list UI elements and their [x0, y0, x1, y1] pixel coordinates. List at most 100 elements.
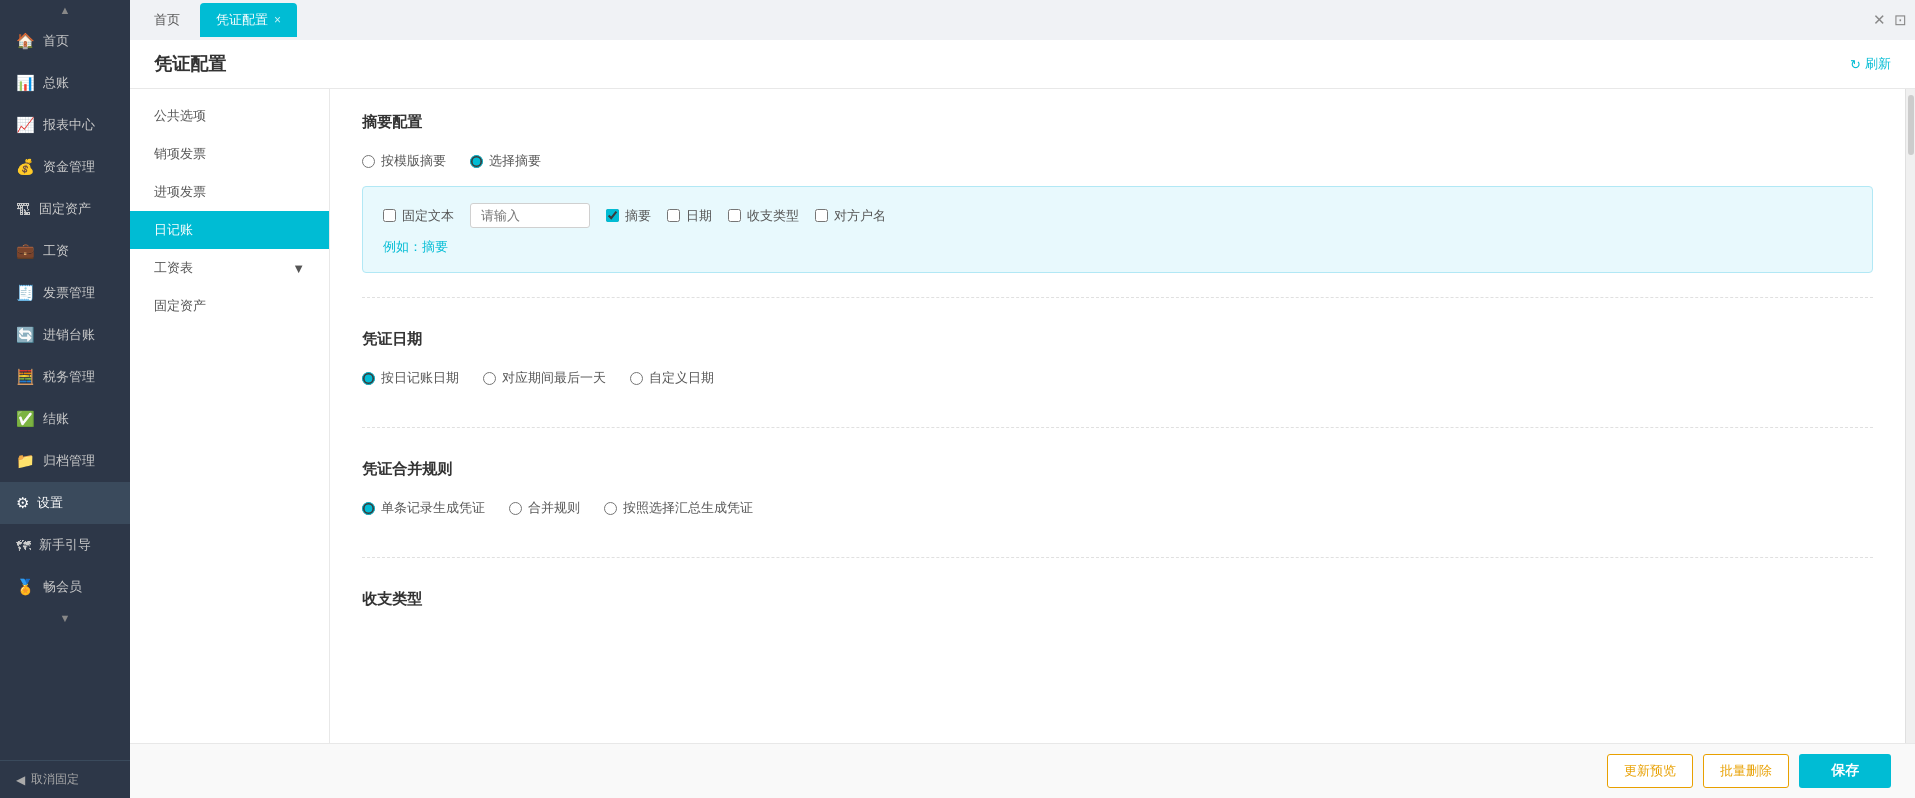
batch-delete-button[interactable]: 批量删除 [1703, 754, 1789, 788]
tab-close-window-button[interactable]: ✕ [1873, 11, 1886, 29]
radio-template-summary-input[interactable] [362, 155, 375, 168]
example-prefix: 例如： [383, 239, 422, 254]
right-content: 摘要配置 按模版摘要 选择摘要 固定文本 [330, 89, 1905, 743]
sidebar-item-settlement[interactable]: ✅ 结账 [0, 398, 130, 440]
sidebar-item-settings[interactable]: ⚙ 设置 [0, 482, 130, 524]
sidebar-item-report[interactable]: 📈 报表中心 [0, 104, 130, 146]
refresh-icon: ↻ [1850, 57, 1861, 72]
checkbox-summary[interactable]: 摘要 [606, 207, 651, 225]
sidebar-cancel-fix[interactable]: ◀ 取消固定 [0, 760, 130, 798]
radio-select-summary-label: 选择摘要 [489, 152, 541, 170]
checkbox-income-type-input[interactable] [728, 209, 741, 222]
radio-journal-date-input[interactable] [362, 372, 375, 385]
voucher-merge-section-title: 凭证合并规则 [362, 460, 1873, 479]
radio-last-day[interactable]: 对应期间最后一天 [483, 369, 606, 387]
sidebar-label-guide: 新手引导 [39, 536, 91, 554]
left-nav-public-label: 公共选项 [154, 108, 206, 123]
checkbox-fixed-text[interactable]: 固定文本 [383, 207, 454, 225]
tab-restore-button[interactable]: ⊡ [1894, 11, 1907, 29]
radio-single[interactable]: 单条记录生成凭证 [362, 499, 485, 517]
sidebar-item-funds[interactable]: 💰 资金管理 [0, 146, 130, 188]
summary-radio-group: 按模版摘要 选择摘要 [362, 152, 1873, 170]
voucher-merge-radio-group: 单条记录生成凭证 合并规则 按照选择汇总生成凭证 [362, 499, 1873, 517]
checkbox-date-input[interactable] [667, 209, 680, 222]
radio-summary-gen[interactable]: 按照选择汇总生成凭证 [604, 499, 753, 517]
radio-merge-input[interactable] [509, 502, 522, 515]
tab-bar: 首页 凭证配置 × ✕ ⊡ [130, 0, 1915, 40]
left-nav-sales-invoice[interactable]: 销项发票 [130, 135, 329, 173]
left-nav-payroll-table-label: 工资表 [154, 259, 193, 277]
main-area: 首页 凭证配置 × ✕ ⊡ 凭证配置 ↻ 刷新 公共选项 销项发票 进项 [130, 0, 1915, 798]
tab-bar-actions: ✕ ⊡ [1873, 11, 1907, 29]
sidebar-item-invoice-mgmt[interactable]: 🧾 发票管理 [0, 272, 130, 314]
summary-config-box: 固定文本 摘要 日期 收支类型 [362, 186, 1873, 273]
member-icon: 🏅 [16, 578, 35, 596]
radio-summary-gen-input[interactable] [604, 502, 617, 515]
sidebar-item-guide[interactable]: 🗺 新手引导 [0, 524, 130, 566]
sidebar-item-tax[interactable]: 🧮 税务管理 [0, 356, 130, 398]
left-nav-fixed-assets[interactable]: 固定资产 [130, 287, 329, 325]
left-nav: 公共选项 销项发票 进项发票 日记账 工资表 ▼ 固定资产 [130, 89, 330, 743]
cancel-fix-icon: ◀ [16, 773, 25, 787]
radio-last-day-input[interactable] [483, 372, 496, 385]
radio-select-summary-input[interactable] [470, 155, 483, 168]
ledger-icon: 📊 [16, 74, 35, 92]
sidebar: ▲ 🏠 首页 📊 总账 📈 报表中心 💰 资金管理 🏗 固定资产 💼 工资 🧾 … [0, 0, 130, 798]
income-type-section: 收支类型 [362, 590, 1873, 653]
summary-section-title: 摘要配置 [362, 113, 1873, 132]
fixed-text-input[interactable] [470, 203, 590, 228]
checkbox-income-type-label: 收支类型 [747, 207, 799, 225]
sidebar-scroll-down[interactable]: ▼ [0, 608, 130, 628]
sidebar-label-tax: 税务管理 [43, 368, 95, 386]
left-nav-payroll-table[interactable]: 工资表 ▼ [130, 249, 329, 287]
fixed-assets-icon: 🏗 [16, 201, 31, 218]
left-nav-journal[interactable]: 日记账 [130, 211, 329, 249]
checkbox-fixed-text-label: 固定文本 [402, 207, 454, 225]
sidebar-item-ledger[interactable]: 📊 总账 [0, 62, 130, 104]
outer-scrollbar[interactable] [1905, 89, 1915, 743]
sidebar-item-archive[interactable]: 📁 归档管理 [0, 440, 130, 482]
radio-single-input[interactable] [362, 502, 375, 515]
bottom-action-bar: 更新预览 批量删除 保存 [130, 743, 1915, 798]
refresh-button[interactable]: ↻ 刷新 [1850, 55, 1891, 73]
sidebar-item-payroll[interactable]: 💼 工资 [0, 230, 130, 272]
radio-single-label: 单条记录生成凭证 [381, 499, 485, 517]
checkbox-date[interactable]: 日期 [667, 207, 712, 225]
sidebar-item-member[interactable]: 🏅 畅会员 [0, 566, 130, 608]
voucher-date-radio-group: 按日记账日期 对应期间最后一天 自定义日期 [362, 369, 1873, 387]
tax-icon: 🧮 [16, 368, 35, 386]
checkbox-summary-input[interactable] [606, 209, 619, 222]
sidebar-item-purchase-sales[interactable]: 🔄 进销台账 [0, 314, 130, 356]
radio-custom-date-input[interactable] [630, 372, 643, 385]
example-value: 摘要 [422, 239, 448, 254]
sidebar-label-report: 报表中心 [43, 116, 95, 134]
radio-last-day-label: 对应期间最后一天 [502, 369, 606, 387]
left-nav-purchase-invoice[interactable]: 进项发票 [130, 173, 329, 211]
radio-template-summary[interactable]: 按模版摘要 [362, 152, 446, 170]
left-nav-public[interactable]: 公共选项 [130, 97, 329, 135]
radio-select-summary[interactable]: 选择摘要 [470, 152, 541, 170]
update-preview-button[interactable]: 更新预览 [1607, 754, 1693, 788]
left-nav-purchase-invoice-label: 进项发票 [154, 184, 206, 199]
radio-merge-label: 合并规则 [528, 499, 580, 517]
checkbox-fixed-text-input[interactable] [383, 209, 396, 222]
tab-voucher-config[interactable]: 凭证配置 × [200, 3, 297, 37]
radio-journal-date[interactable]: 按日记账日期 [362, 369, 459, 387]
sidebar-item-home[interactable]: 🏠 首页 [0, 20, 130, 62]
sidebar-scroll-up[interactable]: ▲ [0, 0, 130, 20]
checkbox-income-type[interactable]: 收支类型 [728, 207, 799, 225]
checkbox-counterparty-input[interactable] [815, 209, 828, 222]
checkbox-summary-label: 摘要 [625, 207, 651, 225]
sidebar-label-member: 畅会员 [43, 578, 82, 596]
radio-custom-date[interactable]: 自定义日期 [630, 369, 714, 387]
tab-voucher-config-label: 凭证配置 [216, 11, 268, 29]
report-icon: 📈 [16, 116, 35, 134]
radio-merge[interactable]: 合并规则 [509, 499, 580, 517]
scrollbar-thumb [1908, 95, 1914, 155]
sidebar-item-fixed-assets[interactable]: 🏗 固定资产 [0, 188, 130, 230]
tab-home[interactable]: 首页 [138, 3, 196, 37]
tab-close-icon[interactable]: × [274, 13, 281, 27]
checkbox-counterparty[interactable]: 对方户名 [815, 207, 886, 225]
payroll-icon: 💼 [16, 242, 35, 260]
save-button[interactable]: 保存 [1799, 754, 1891, 788]
